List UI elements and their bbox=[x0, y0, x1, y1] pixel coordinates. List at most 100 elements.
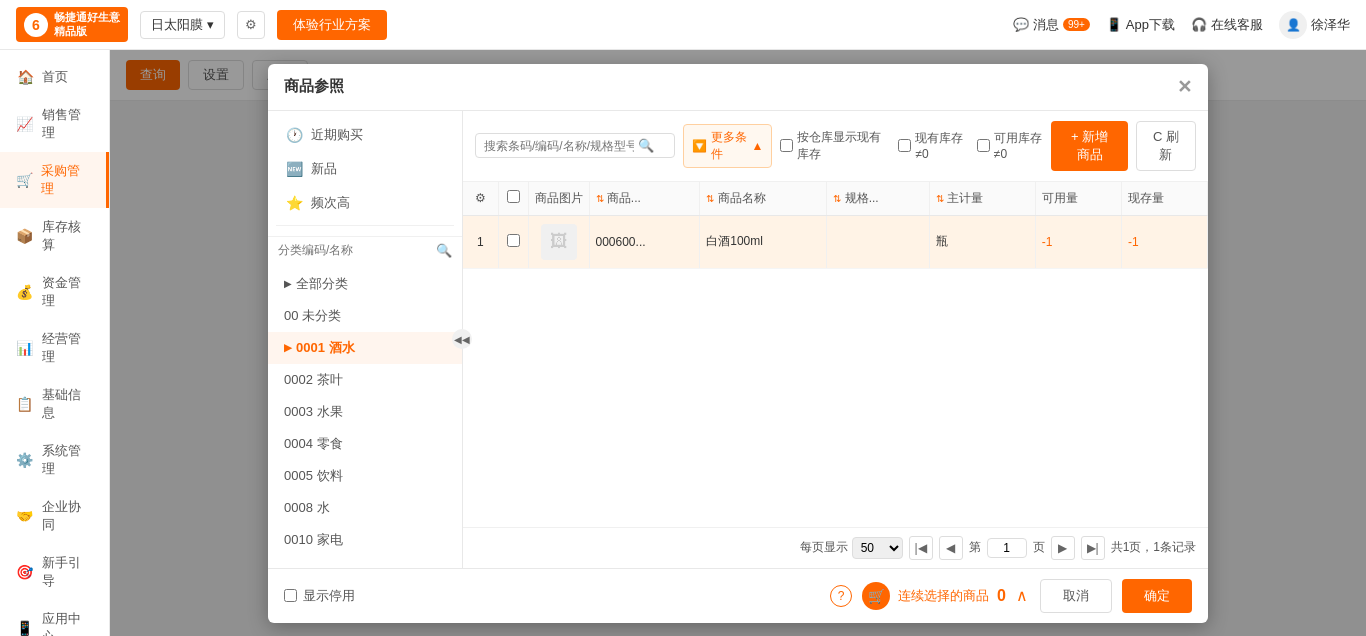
category-item-uncategorized[interactable]: 00 未分类 bbox=[268, 300, 462, 332]
refresh-product-button[interactable]: C 刷新 bbox=[1136, 121, 1196, 171]
product-image: 🖼 bbox=[541, 224, 577, 260]
category-appliance-label: 0010 家电 bbox=[284, 531, 343, 549]
brand-text: 畅捷通好生意 精品版 bbox=[54, 11, 120, 37]
category-item-beverage[interactable]: 0005 饮料 bbox=[268, 460, 462, 492]
category-tea-label: 0002 茶叶 bbox=[284, 371, 343, 389]
cart-label: 连续选择的商品 bbox=[898, 587, 989, 605]
sidebar-item-sales[interactable]: 📈 销售管理 bbox=[0, 96, 109, 152]
category-item-appliance[interactable]: 0010 家电 bbox=[268, 524, 462, 556]
category-item-fruit[interactable]: 0003 水果 bbox=[268, 396, 462, 428]
row-select-checkbox[interactable] bbox=[507, 234, 520, 247]
checkbox-warehouse-input[interactable] bbox=[780, 139, 793, 152]
row-checkbox[interactable] bbox=[498, 215, 528, 268]
th-unit[interactable]: ⇅ 主计量 bbox=[929, 182, 1035, 216]
sort-icon-left: ⇅ bbox=[596, 193, 604, 204]
collapse-cart-button[interactable]: ∧ bbox=[1016, 586, 1028, 605]
product-search-icon[interactable]: 🔍 bbox=[638, 138, 654, 153]
top-nav: 6 畅捷通好生意 精品版 日太阳膜 ▾ ⚙ 体验行业方案 💬 消息 99+ 📱 … bbox=[0, 0, 1366, 50]
checkbox-stock-nonzero-input[interactable] bbox=[898, 139, 911, 152]
modal-close-button[interactable]: ✕ bbox=[1177, 76, 1192, 98]
sidebar-label-finance: 资金管理 bbox=[42, 274, 93, 310]
nav-online-service[interactable]: 🎧 在线客服 bbox=[1191, 16, 1263, 34]
sidebar-item-system[interactable]: ⚙️ 系统管理 bbox=[0, 432, 109, 488]
sidebar-item-home[interactable]: 🏠 首页 bbox=[0, 58, 109, 96]
checkbox-stock-nonzero[interactable]: 现有库存≠0 bbox=[898, 130, 964, 161]
checkbox-available-nonzero-label: 可用库存≠0 bbox=[994, 130, 1043, 161]
sidebar: 🏠 首页 📈 销售管理 🛒 采购管理 📦 库存核算 💰 资金管理 📊 经营管理 … bbox=[0, 50, 110, 636]
main-layout: 🏠 首页 📈 销售管理 🛒 采购管理 📦 库存核算 💰 资金管理 📊 经营管理 … bbox=[0, 50, 1366, 636]
show-disabled-label: 显示停用 bbox=[303, 587, 355, 605]
nav-selector[interactable]: 日太阳膜 ▾ bbox=[140, 11, 225, 39]
system-icon: ⚙️ bbox=[16, 451, 34, 469]
category-snack-label: 0004 零食 bbox=[284, 435, 343, 453]
more-filter-button[interactable]: 🔽 更多条件 ▲ bbox=[683, 124, 772, 168]
sidebar-label-enterprise: 企业协同 bbox=[42, 498, 93, 534]
th-spec[interactable]: ⇅ 规格... bbox=[827, 182, 929, 216]
page-suffix: 页 bbox=[1033, 539, 1045, 556]
category-item-liquor[interactable]: ▶ 0001 酒水 bbox=[268, 332, 462, 364]
phone-icon: 📱 bbox=[1106, 17, 1122, 32]
nav-user[interactable]: 👤 徐泽华 bbox=[1279, 11, 1350, 39]
checkbox-warehouse[interactable]: 按仓库显示现有库存 bbox=[780, 129, 886, 163]
cancel-button[interactable]: 取消 bbox=[1040, 579, 1112, 613]
experience-button[interactable]: 体验行业方案 bbox=[277, 10, 387, 40]
th-stock: 现存量 bbox=[1121, 182, 1207, 216]
help-icon[interactable]: ? bbox=[830, 585, 852, 607]
brand-line2: 精品版 bbox=[54, 25, 120, 38]
total-pages-info: 共1页，1条记录 bbox=[1111, 539, 1196, 556]
category-item-snack[interactable]: 0004 零食 bbox=[268, 428, 462, 460]
row-spec bbox=[827, 215, 929, 268]
product-reference-modal: 商品参照 ✕ 🕐 近期购买 🆕 bbox=[268, 64, 1208, 623]
tab-recent-purchase[interactable]: 🕐 近期购买 bbox=[276, 119, 454, 151]
nav-selector-label: 日太阳膜 bbox=[151, 16, 203, 34]
first-page-button[interactable]: |◀ bbox=[909, 536, 933, 560]
row-stock: -1 bbox=[1121, 215, 1207, 268]
category-item-all[interactable]: ▶ 全部分类 bbox=[268, 268, 462, 300]
filter-icon: 🔽 bbox=[692, 139, 707, 153]
product-search-box: 🔍 bbox=[475, 133, 675, 158]
sidebar-item-operations[interactable]: 📊 经营管理 bbox=[0, 320, 109, 376]
sidebar-label-sales: 销售管理 bbox=[42, 106, 93, 142]
th-name[interactable]: ⇅ 商品名称 bbox=[700, 182, 827, 216]
sidebar-item-guide[interactable]: 🎯 新手引导 bbox=[0, 544, 109, 600]
sidebar-item-basic-info[interactable]: 📋 基础信息 bbox=[0, 376, 109, 432]
th-code[interactable]: ⇅ 商品... bbox=[589, 182, 700, 216]
tab-frequent[interactable]: ⭐ 频次高 bbox=[276, 187, 454, 219]
purchase-icon: 🛒 bbox=[16, 171, 33, 189]
category-item-tea[interactable]: 0002 茶叶 bbox=[268, 364, 462, 396]
next-page-button[interactable]: ▶ bbox=[1051, 536, 1075, 560]
last-page-button[interactable]: ▶| bbox=[1081, 536, 1105, 560]
add-product-button[interactable]: + 新增商品 bbox=[1051, 121, 1128, 171]
th-available: 可用量 bbox=[1035, 182, 1121, 216]
settings-icon[interactable]: ⚙ bbox=[237, 11, 265, 39]
sidebar-item-app-center[interactable]: 📱 应用中心 bbox=[0, 600, 109, 636]
sidebar-item-enterprise[interactable]: 🤝 企业协同 bbox=[0, 488, 109, 544]
sidebar-item-finance[interactable]: 💰 资金管理 bbox=[0, 264, 109, 320]
checkbox-available-nonzero-input[interactable] bbox=[977, 139, 990, 152]
product-search-input[interactable] bbox=[484, 139, 634, 153]
settings-col-icon[interactable]: ⚙ bbox=[475, 191, 486, 205]
select-all-checkbox[interactable] bbox=[507, 190, 520, 203]
sidebar-item-purchase[interactable]: 🛒 采购管理 bbox=[0, 152, 109, 208]
nav-message[interactable]: 💬 消息 99+ bbox=[1013, 16, 1090, 34]
show-disabled-checkbox[interactable] bbox=[284, 589, 297, 602]
checkbox-stock-nonzero-label: 现有库存≠0 bbox=[915, 130, 964, 161]
table-row[interactable]: 1 🖼 00 bbox=[463, 215, 1208, 268]
category-search-input[interactable] bbox=[278, 243, 430, 257]
tab-new-products[interactable]: 🆕 新品 bbox=[276, 153, 454, 185]
category-search-icon[interactable]: 🔍 bbox=[436, 243, 452, 258]
checkbox-available-nonzero[interactable]: 可用库存≠0 bbox=[977, 130, 1043, 161]
filter-checkboxes: 按仓库显示现有库存 现有库存≠0 可用库存≠0 bbox=[780, 129, 1043, 163]
tab-frequent-label: 频次高 bbox=[311, 194, 350, 212]
page-number-input[interactable] bbox=[987, 538, 1027, 558]
sidebar-item-inventory[interactable]: 📦 库存核算 bbox=[0, 208, 109, 264]
row-image: 🖼 bbox=[528, 215, 589, 268]
collapse-panel-button[interactable]: ◀◀ bbox=[452, 329, 472, 349]
confirm-button[interactable]: 确定 bbox=[1122, 579, 1192, 613]
checkbox-warehouse-label: 按仓库显示现有库存 bbox=[797, 129, 886, 163]
prev-page-button[interactable]: ◀ bbox=[939, 536, 963, 560]
per-page-dropdown[interactable]: 50 100 200 bbox=[852, 537, 903, 559]
nav-app-download[interactable]: 📱 App下载 bbox=[1106, 16, 1175, 34]
category-uncategorized-label: 00 未分类 bbox=[284, 307, 341, 325]
category-item-water[interactable]: 0008 水 bbox=[268, 492, 462, 524]
